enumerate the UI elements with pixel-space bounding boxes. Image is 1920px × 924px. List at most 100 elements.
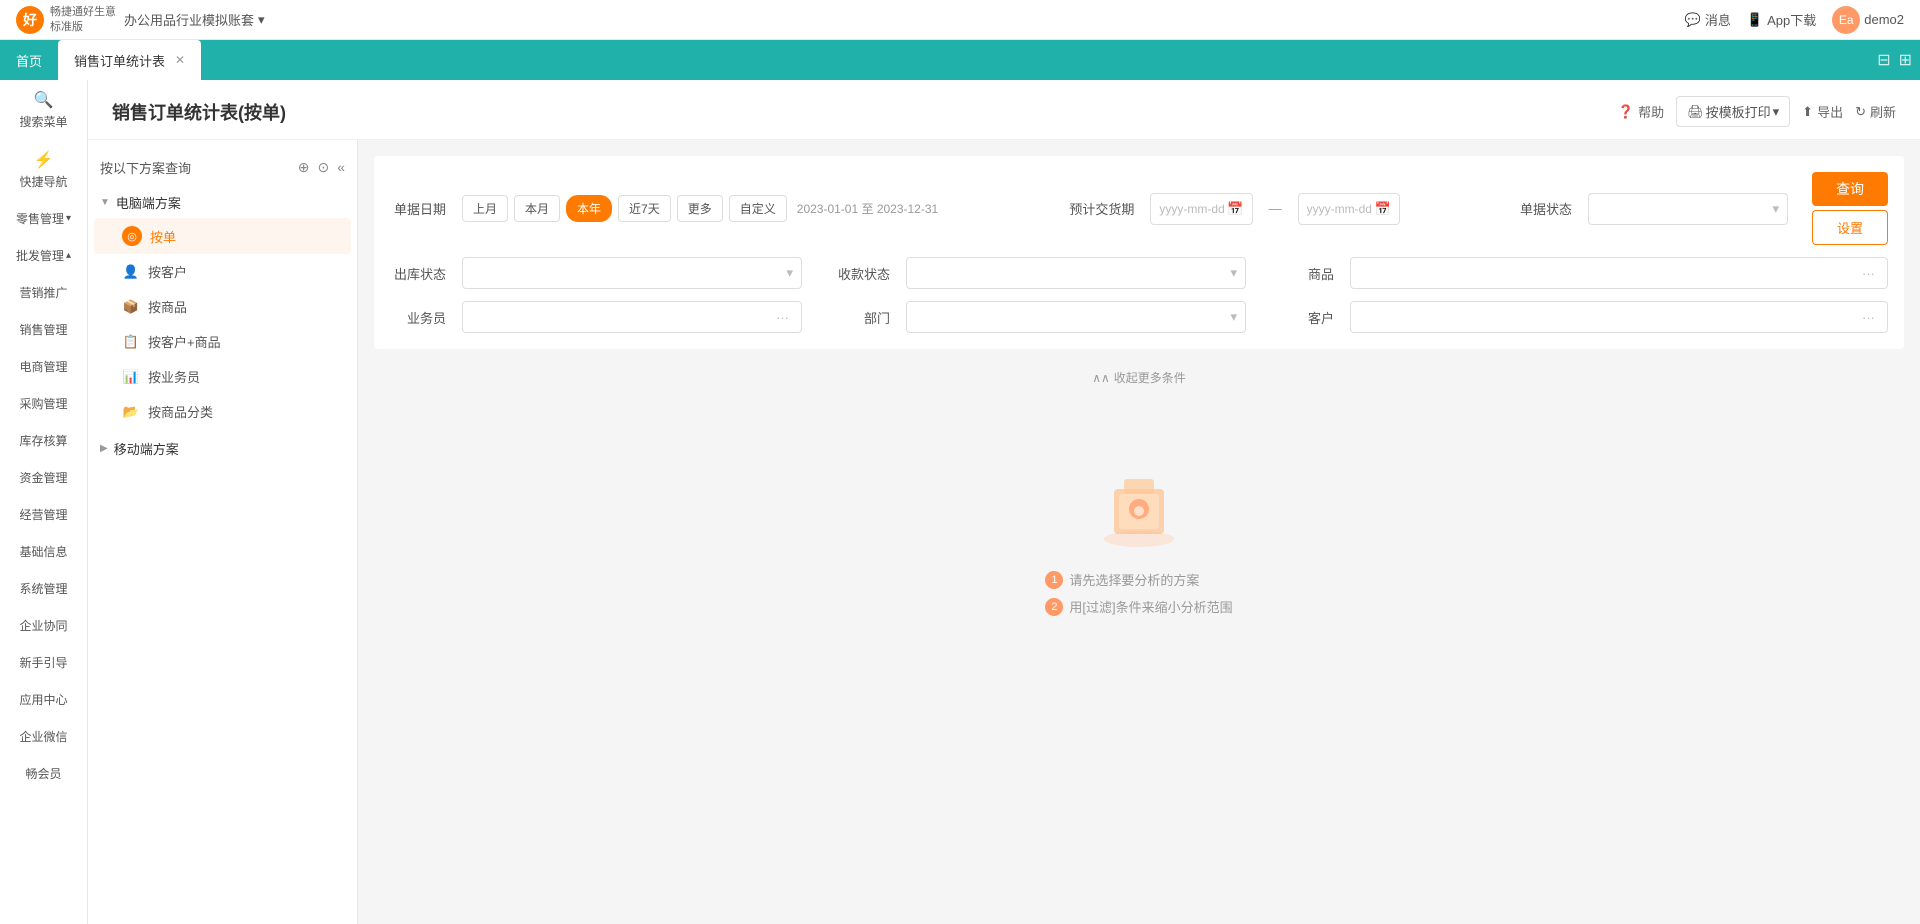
company-selector[interactable]: 办公用品行业模拟账套 ▾	[124, 10, 265, 29]
sidebar-item-enterprise[interactable]: 企业协同	[0, 607, 87, 644]
template-print-button[interactable]: 🖨 按模板打印 ▾	[1676, 96, 1790, 127]
export-button[interactable]: ⬆ 导出	[1802, 102, 1843, 121]
top-bar-right: 💬 消息 📱 App下载 Ea demo2	[1685, 6, 1904, 34]
salesperson-icon: 📊	[122, 368, 140, 386]
date-btn-this-month[interactable]: 本月	[514, 195, 560, 222]
left-panel-header: 按以下方案查询 ⊕ ⊙ «	[88, 152, 357, 187]
scheme-item-by-customer-goods[interactable]: 📋 按客户+商品	[94, 324, 351, 359]
goods-select[interactable]: ···	[1350, 257, 1888, 289]
tab-close-icon[interactable]: ✕	[175, 53, 185, 67]
scheme-group-mobile-header[interactable]: ▶ 移动端方案	[88, 433, 357, 464]
sidebar-item-ecommerce[interactable]: 电商管理	[0, 348, 87, 385]
tip-text-1: 请先选择要分析的方案	[1069, 570, 1199, 589]
collapse-bar[interactable]: ∧∧ 收起更多条件	[374, 361, 1904, 394]
tab-sales-order-stats[interactable]: 销售订单统计表 ✕	[58, 40, 201, 80]
sidebar-item-marketing[interactable]: 营销推广	[0, 274, 87, 311]
select-arrow-icon: ▾	[786, 265, 793, 281]
select-arrow-icon: ▾	[1772, 201, 1779, 217]
logo-text: 畅捷通好生意 标准版	[50, 5, 116, 34]
date-btn-last7days[interactable]: 近7天	[618, 195, 671, 222]
nav-icon: ⚡	[34, 150, 54, 170]
date-btn-custom[interactable]: 自定义	[729, 195, 787, 222]
app-download-button[interactable]: 📱 App下载	[1747, 10, 1816, 29]
sidebar-item-retail[interactable]: 零售管理 ▾	[0, 200, 87, 237]
page-header-actions: ❓ 帮助 🖨 按模板打印 ▾ ⬆ 导出 ↻ 刷新	[1618, 96, 1896, 127]
calendar-start-icon: 📅	[1227, 201, 1243, 217]
date-label: 单据日期	[390, 199, 446, 218]
export-icon: ⬆	[1802, 104, 1813, 120]
tip-number-2: 2	[1045, 598, 1063, 616]
settings-scheme-icon[interactable]: ⊙	[317, 159, 329, 176]
filter-row-3: 业务员 ··· 部门 ▾ 客户	[390, 301, 1888, 333]
department-label: 部门	[834, 308, 890, 327]
refresh-button[interactable]: ↻ 刷新	[1855, 102, 1896, 121]
date-btn-this-year[interactable]: 本年	[566, 195, 612, 222]
outbound-status-select[interactable]: ▾	[462, 257, 802, 289]
scheme-group-desktop-header[interactable]: ▼ 电脑端方案	[88, 187, 357, 218]
empty-tip-2: 2 用[过滤]条件来缩小分析范围	[1045, 597, 1232, 616]
date-buttons-group: 上月 本月 本年 近7天 更多 自定义 2023-01-01 至 2023-12…	[462, 195, 938, 222]
select-arrow-icon: ▾	[1230, 265, 1237, 281]
department-select[interactable]: ▾	[906, 301, 1246, 333]
calendar-end-icon: 📅	[1375, 201, 1391, 217]
message-button[interactable]: 💬 消息	[1685, 10, 1731, 29]
sidebar: 🔍 搜索菜单 ⚡ 快捷导航 零售管理 ▾ 批发管理 ▴ 营销推广 销售管理 电商…	[0, 80, 88, 924]
tab-home[interactable]: 首页	[0, 40, 58, 80]
scheme-item-by-customer[interactable]: 👤 按客户	[94, 254, 351, 289]
sidebar-item-newbie[interactable]: 新手引导	[0, 644, 87, 681]
sidebar-item-quicknav[interactable]: ⚡ 快捷导航	[0, 140, 87, 200]
logo-icon: 好	[16, 6, 44, 34]
maximize-icon[interactable]: ⊞	[1899, 50, 1912, 70]
sidebar-item-sales[interactable]: 销售管理	[0, 311, 87, 348]
sidebar-item-search[interactable]: 🔍 搜索菜单	[0, 80, 87, 140]
delivery-date-end[interactable]: yyyy-mm-dd 📅	[1298, 193, 1400, 225]
user-menu[interactable]: Ea demo2	[1832, 6, 1904, 34]
chevron-icon: ▾	[66, 213, 71, 224]
query-button[interactable]: 查询	[1812, 172, 1888, 206]
receipt-status-select[interactable]: ▾	[906, 257, 1246, 289]
salesperson-select[interactable]: ···	[462, 301, 802, 333]
sidebar-item-appcenter[interactable]: 应用中心	[0, 681, 87, 718]
date-btn-last-month[interactable]: 上月	[462, 195, 508, 222]
sidebar-item-wechat[interactable]: 企业微信	[0, 718, 87, 755]
sidebar-item-member[interactable]: 畅会员	[0, 755, 87, 792]
scheme-item-by-goods-category[interactable]: 📂 按商品分类	[94, 394, 351, 429]
download-icon: 📱	[1747, 12, 1763, 28]
tip-text-2: 用[过滤]条件来缩小分析范围	[1069, 597, 1232, 616]
goods-more-icon[interactable]: ···	[1858, 266, 1879, 281]
page-header: 销售订单统计表(按单) ❓ 帮助 🖨 按模板打印 ▾ ⬆ 导出 ↻ 刷新	[88, 80, 1920, 140]
page-title: 销售订单统计表(按单)	[112, 99, 286, 125]
delivery-date-start[interactable]: yyyy-mm-dd 📅	[1150, 193, 1252, 225]
customer-select[interactable]: ···	[1350, 301, 1888, 333]
sidebar-item-operations[interactable]: 经营管理	[0, 496, 87, 533]
chevron-down-icon: ▾	[258, 12, 265, 28]
customer-more-icon[interactable]: ···	[1858, 310, 1879, 325]
left-panel-title: 按以下方案查询	[100, 158, 191, 177]
sidebar-item-procurement[interactable]: 采购管理	[0, 385, 87, 422]
salesperson-more-icon[interactable]: ···	[772, 310, 793, 325]
sidebar-item-system[interactable]: 系统管理	[0, 570, 87, 607]
add-scheme-icon[interactable]: ⊕	[298, 159, 310, 176]
delivery-date-label: 预计交货期	[1054, 199, 1134, 218]
sidebar-item-wholesale[interactable]: 批发管理 ▴	[0, 237, 87, 274]
group-expand-icon: ▶	[100, 443, 108, 454]
scheme-item-by-goods[interactable]: 📦 按商品	[94, 289, 351, 324]
sidebar-item-inventory[interactable]: 库存核算	[0, 422, 87, 459]
salesperson-label: 业务员	[390, 308, 446, 327]
order-status-select[interactable]: ▾	[1588, 193, 1788, 225]
sidebar-item-finance[interactable]: 资金管理	[0, 459, 87, 496]
minimize-icon[interactable]: ⊟	[1877, 50, 1890, 70]
date-btn-more[interactable]: 更多	[677, 195, 723, 222]
search-icon: 🔍	[34, 90, 54, 110]
date-end-placeholder: yyyy-mm-dd	[1307, 202, 1372, 216]
dropdown-arrow-icon: ▾	[1773, 104, 1780, 120]
scheme-item-by-order[interactable]: ◎ 按单	[94, 218, 351, 254]
filter-row-1: 单据日期 上月 本月 本年 近7天 更多 自定义 2023-01-01 至 20…	[390, 172, 1888, 245]
help-button[interactable]: ❓ 帮助	[1618, 102, 1664, 121]
sidebar-item-basicinfo[interactable]: 基础信息	[0, 533, 87, 570]
collapse-panel-icon[interactable]: «	[337, 159, 345, 176]
settings-button[interactable]: 设置	[1812, 210, 1888, 245]
tab-bar-actions: ⊟ ⊞	[1877, 50, 1920, 70]
main-layout: 🔍 搜索菜单 ⚡ 快捷导航 零售管理 ▾ 批发管理 ▴ 营销推广 销售管理 电商…	[0, 80, 1920, 924]
scheme-item-by-salesperson[interactable]: 📊 按业务员	[94, 359, 351, 394]
